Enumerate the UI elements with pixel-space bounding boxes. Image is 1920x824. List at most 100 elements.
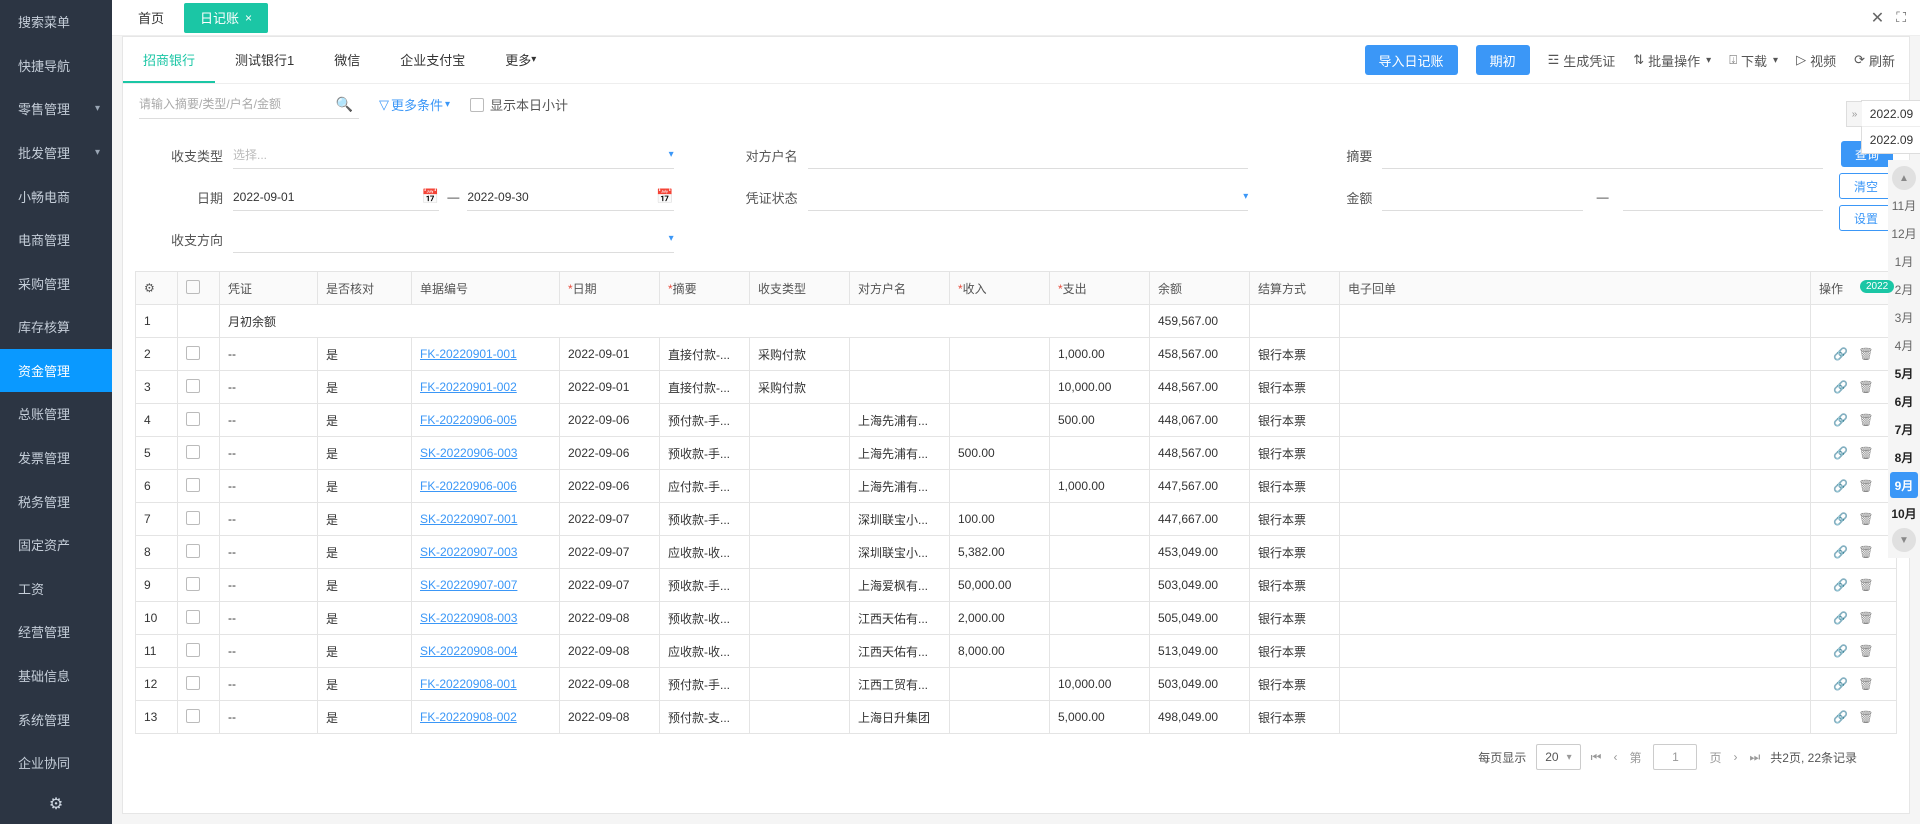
row-checkbox[interactable] <box>186 478 200 492</box>
settings-button[interactable]: 设置 <box>1839 205 1893 231</box>
batch-ops-link[interactable]: ⇅批量操作▾ <box>1633 51 1711 70</box>
link-icon[interactable]: 🔗 <box>1833 479 1848 493</box>
row-checkbox[interactable] <box>186 577 200 591</box>
search-icon[interactable]: 🔍 <box>330 96 359 113</box>
link-icon[interactable]: 🔗 <box>1833 380 1848 394</box>
scroll-down-icon[interactable]: ▼ <box>1892 528 1916 552</box>
sidebar-item-13[interactable]: 工资 <box>0 567 112 611</box>
delete-icon[interactable]: 🗑 <box>1858 710 1873 724</box>
settle-header[interactable]: 结算方式 <box>1250 272 1340 305</box>
month-1月[interactable]: 1月 <box>1890 248 1918 274</box>
close-all-icon[interactable]: ✕ <box>1871 8 1884 28</box>
row-checkbox[interactable] <box>186 643 200 657</box>
sidebar-item-1[interactable]: 快捷导航 <box>0 44 112 88</box>
sidebar-item-5[interactable]: 电商管理 <box>0 218 112 262</box>
docno-link[interactable]: FK-20220908-002 <box>420 710 517 724</box>
download-link[interactable]: ⍗下载▾ <box>1729 51 1778 70</box>
page-input[interactable]: 1 <box>1653 744 1697 770</box>
link-icon[interactable]: 🔗 <box>1833 644 1848 658</box>
income-header[interactable]: *收入 <box>950 272 1050 305</box>
month-3月[interactable]: 3月 <box>1890 304 1918 330</box>
period-cell-0[interactable]: 2022.09 <box>1862 101 1920 127</box>
sidebar-item-11[interactable]: 税务管理 <box>0 479 112 523</box>
docno-link[interactable]: FK-20220906-005 <box>420 413 517 427</box>
docno-link[interactable]: SK-20220907-007 <box>420 578 517 592</box>
row-checkbox[interactable] <box>186 610 200 624</box>
docno-header[interactable]: 单据编号 <box>412 272 560 305</box>
month-2月[interactable]: 2月 <box>1890 276 1918 302</box>
row-checkbox[interactable] <box>186 511 200 525</box>
delete-icon[interactable]: 🗑 <box>1858 611 1873 625</box>
link-icon[interactable]: 🔗 <box>1833 710 1848 724</box>
sidebar-item-6[interactable]: 采购管理 <box>0 261 112 305</box>
month-9月[interactable]: 9月 <box>1890 472 1918 498</box>
inner-tab-0[interactable]: 招商银行 <box>123 37 215 83</box>
delete-icon[interactable]: 🗑 <box>1858 512 1873 526</box>
sidebar-item-2[interactable]: 零售管理▾ <box>0 87 112 131</box>
video-link[interactable]: ▷视频 <box>1796 51 1836 70</box>
row-checkbox[interactable] <box>186 544 200 558</box>
link-icon[interactable]: 🔗 <box>1833 347 1848 361</box>
search-input[interactable] <box>139 90 330 118</box>
month-7月[interactable]: 7月 <box>1890 416 1918 442</box>
sidebar-item-17[interactable]: 企业协同 <box>0 741 112 785</box>
row-checkbox[interactable] <box>186 709 200 723</box>
date-header[interactable]: *日期 <box>560 272 660 305</box>
month-11月[interactable]: 11月 <box>1890 192 1918 218</box>
select-all-header[interactable] <box>178 272 220 305</box>
link-icon[interactable]: 🔗 <box>1833 611 1848 625</box>
import-button[interactable]: 导入日记账 <box>1365 45 1458 75</box>
beginning-button[interactable]: 期初 <box>1476 45 1530 75</box>
gear-icon[interactable]: ⚙ <box>49 794 63 814</box>
delete-icon[interactable]: 🗑 <box>1858 644 1873 658</box>
refresh-link[interactable]: ⟳刷新 <box>1854 51 1895 70</box>
last-page-icon[interactable]: ⏭ <box>1749 750 1760 765</box>
ereceipt-header[interactable]: 电子回单 <box>1340 272 1811 305</box>
link-icon[interactable]: 🔗 <box>1833 578 1848 592</box>
sidebar-item-12[interactable]: 固定资产 <box>0 523 112 567</box>
docno-link[interactable]: FK-20220901-002 <box>420 380 517 394</box>
more-conditions-button[interactable]: ▽ 更多条件 ▾ <box>379 95 450 114</box>
month-6月[interactable]: 6月 <box>1890 388 1918 414</box>
delete-icon[interactable]: 🗑 <box>1858 578 1873 592</box>
docno-link[interactable]: FK-20220908-001 <box>420 677 517 691</box>
close-icon[interactable]: × <box>245 11 252 25</box>
row-checkbox[interactable] <box>186 412 200 426</box>
type-header[interactable]: 收支类型 <box>750 272 850 305</box>
delete-icon[interactable]: 🗑 <box>1858 677 1873 691</box>
voucher-state-select[interactable]: ▾ <box>808 183 1249 211</box>
delete-icon[interactable]: 🗑 <box>1858 380 1873 394</box>
account-header[interactable]: 对方户名 <box>850 272 950 305</box>
sidebar-item-0[interactable]: 搜索菜单 <box>0 0 112 44</box>
amount-from[interactable] <box>1382 183 1582 211</box>
expense-header[interactable]: *支出 <box>1050 272 1150 305</box>
delete-icon[interactable]: 🗑 <box>1858 446 1873 460</box>
verified-header[interactable]: 是否核对 <box>318 272 412 305</box>
month-4月[interactable]: 4月 <box>1890 332 1918 358</box>
direction-select[interactable]: ▾ <box>233 225 674 253</box>
link-icon[interactable]: 🔗 <box>1833 512 1848 526</box>
gear-header[interactable]: ⚙ <box>136 272 178 305</box>
period-cell-1[interactable]: 2022.09 <box>1862 127 1920 153</box>
prev-page-icon[interactable]: ‹ <box>1613 750 1617 764</box>
docno-link[interactable]: SK-20220908-004 <box>420 644 517 658</box>
sidebar-item-10[interactable]: 发票管理 <box>0 436 112 480</box>
link-icon[interactable]: 🔗 <box>1833 413 1848 427</box>
sidebar-item-4[interactable]: 小畅电商 <box>0 174 112 218</box>
date-from[interactable]: 2022-09-01📅 <box>233 183 439 211</box>
date-to[interactable]: 2022-09-30📅 <box>467 183 673 211</box>
sidebar-item-8[interactable]: 资金管理 <box>0 349 112 393</box>
first-page-icon[interactable]: ⏮ <box>1591 750 1602 765</box>
inner-tab-3[interactable]: 企业支付宝 <box>380 37 485 83</box>
summary-input[interactable] <box>1382 141 1823 169</box>
period-collapse-icon[interactable]: » <box>1846 101 1862 127</box>
sidebar-item-15[interactable]: 基础信息 <box>0 654 112 698</box>
show-daily-checkbox[interactable]: 显示本日小计 <box>470 95 568 114</box>
docno-link[interactable]: SK-20220907-003 <box>420 545 517 559</box>
sidebar-item-7[interactable]: 库存核算 <box>0 305 112 349</box>
month-5月[interactable]: 5月 <box>1890 360 1918 386</box>
month-12月[interactable]: 12月 <box>1890 220 1918 246</box>
delete-icon[interactable]: 🗑 <box>1858 479 1873 493</box>
fullscreen-icon[interactable]: ⛶ <box>1896 9 1906 26</box>
sidebar-item-16[interactable]: 系统管理 <box>0 697 112 741</box>
